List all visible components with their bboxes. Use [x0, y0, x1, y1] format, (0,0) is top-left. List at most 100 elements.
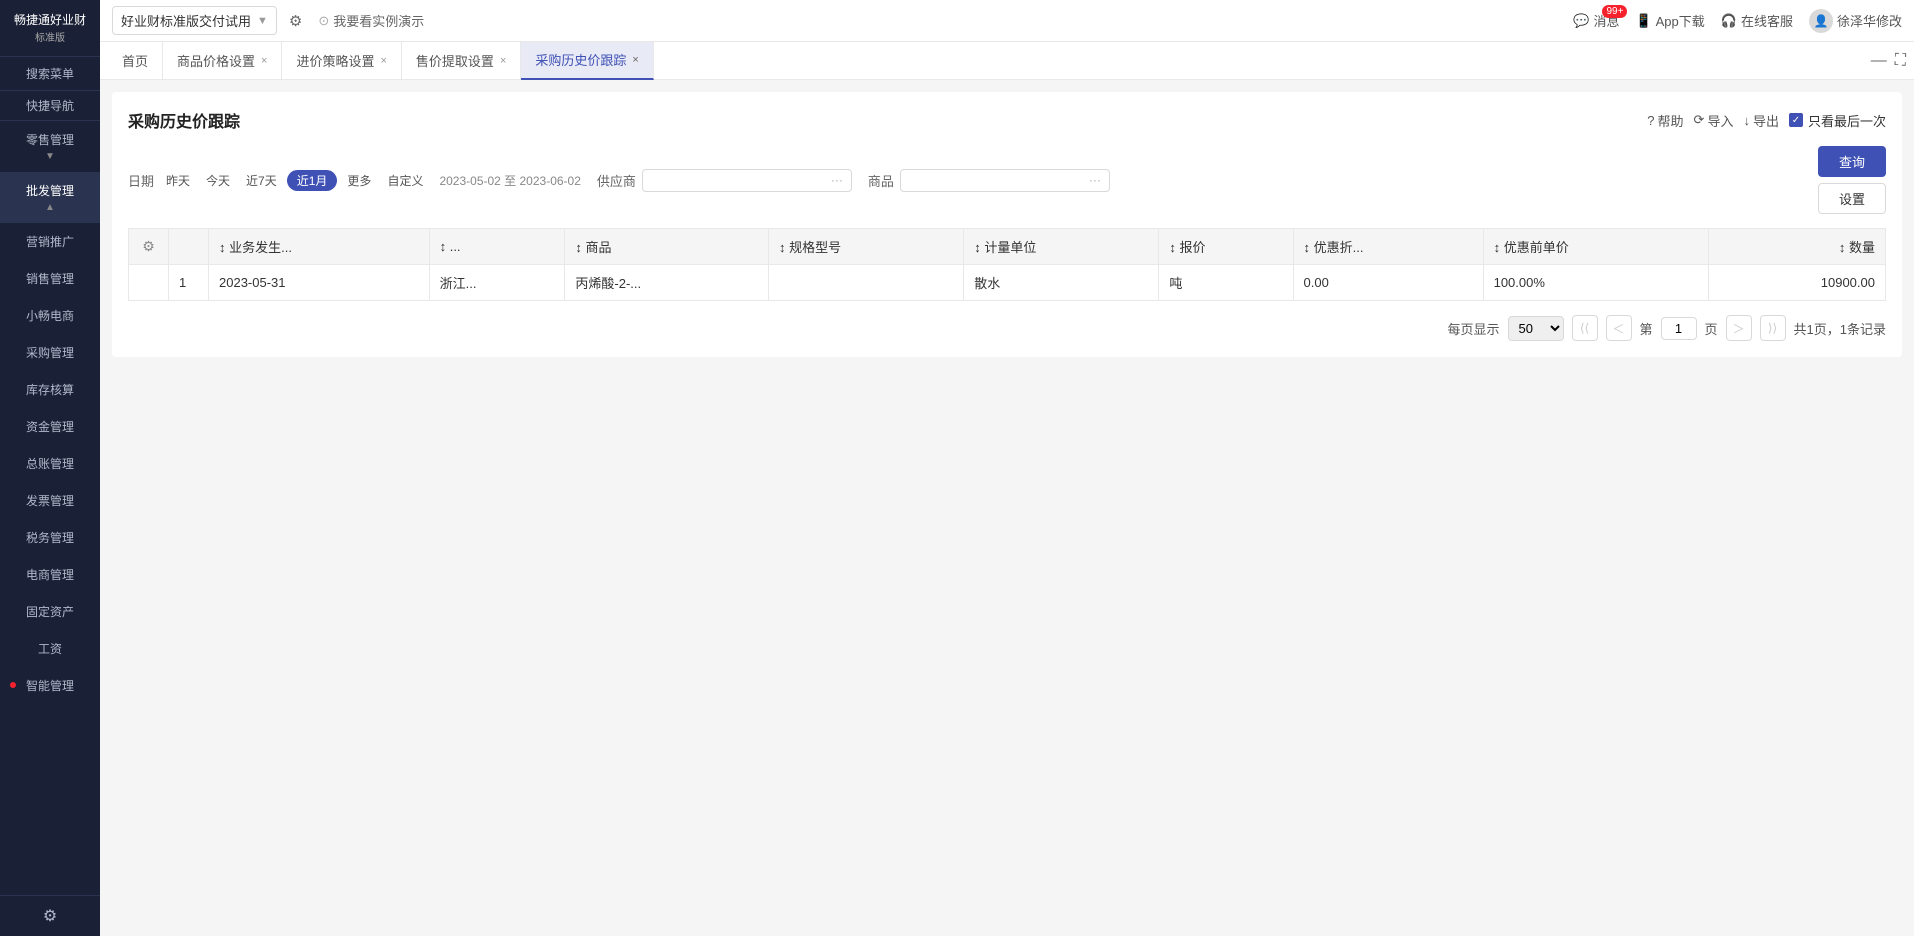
tab-home-label: 首页 — [122, 51, 148, 70]
sidebar-item-ledger[interactable]: 总账管理 — [0, 445, 100, 482]
sidebar-item-wholesale-label: 批发管理 — [26, 182, 74, 199]
col-biz-date[interactable]: ↕ 业务发生... — [209, 229, 430, 265]
message-button[interactable]: 💬 消息 99+ — [1573, 11, 1619, 30]
online-service-label: 在线客服 — [1741, 11, 1793, 30]
topbar-gear-icon[interactable]: ⚙ — [289, 12, 302, 30]
filter-row: 日期 昨天 今天 近7天 近1月 更多 自定义 2023-05-02 至 202… — [128, 146, 1886, 214]
cell-seq: 1 — [169, 265, 209, 301]
page-label-before: 第 — [1640, 319, 1653, 338]
date-btn-yesterday[interactable]: 昨天 — [160, 170, 196, 191]
first-page-button[interactable]: ⟨⟨ — [1572, 315, 1598, 341]
col-pre-discount-price[interactable]: ↕ 优惠前单价 — [1483, 229, 1709, 265]
expand-icon[interactable]: ⛶ — [1895, 52, 1906, 70]
sidebar-item-fixed-assets[interactable]: 固定资产 — [0, 593, 100, 630]
tab-price-strategy[interactable]: 进价策略设置 × — [282, 42, 401, 80]
close-icon[interactable]: × — [261, 55, 267, 67]
sidebar-item-tax[interactable]: 税务管理 — [0, 519, 100, 556]
export-label: 导出 — [1753, 111, 1779, 130]
sidebar-item-purchase[interactable]: 采购管理 — [0, 334, 100, 371]
total-info: 共1页，1条记录 — [1794, 319, 1886, 338]
query-button[interactable]: 查询 — [1818, 146, 1886, 177]
table-header: ⚙ ↕ 业务发生... ↕ ... ↕ 商品 ↕ 规格 — [129, 229, 1886, 265]
demo-link[interactable]: ⊙ 我要看实例演示 — [318, 11, 424, 30]
sidebar-item-marketing-label: 营销推广 — [26, 233, 74, 250]
tab-price-extract[interactable]: 售价提取设置 × — [402, 42, 521, 80]
export-icon: ↓ — [1743, 113, 1750, 128]
only-last-checkbox[interactable] — [1789, 113, 1803, 127]
date-range-display: 2023-05-02 至 2023-06-02 — [439, 172, 580, 189]
app-download-button[interactable]: 📱 App下载 — [1635, 11, 1704, 30]
sidebar-item-payroll[interactable]: 工资 — [0, 630, 100, 667]
sidebar-item-inventory[interactable]: 库存核算 — [0, 371, 100, 408]
sidebar-item-wholesale[interactable]: 批发管理 ▲ — [0, 172, 100, 223]
goods-more-icon[interactable]: ··· — [1089, 173, 1101, 187]
cell-discount: 100.00% — [1483, 265, 1709, 301]
col-biz-date-label: ↕ 业务发生... — [219, 240, 292, 255]
col-spec[interactable]: ↕ 规格型号 — [769, 229, 964, 265]
tab-purchase-history[interactable]: 采购历史价跟踪 × — [521, 42, 653, 80]
col-unit[interactable]: ↕ 计量单位 — [964, 229, 1159, 265]
sidebar-item-sales[interactable]: 销售管理 — [0, 260, 100, 297]
version-selector[interactable]: 好业财标准版交付试用 ▼ — [112, 6, 277, 35]
cell-quoted-price: 0.00 — [1293, 265, 1483, 301]
prev-page-button[interactable]: ＜ — [1606, 315, 1632, 341]
col-price[interactable]: ↕ 报价 — [1159, 229, 1293, 265]
page-size-select[interactable]: 50 100 200 — [1508, 316, 1564, 341]
chevron-up-icon: ▲ — [45, 202, 55, 213]
message-badge: 99+ — [1602, 5, 1627, 18]
sidebar-item-finance[interactable]: 资金管理 — [0, 408, 100, 445]
sidebar-item-finance-label: 资金管理 — [26, 418, 74, 435]
supplier-filter-label: 供应商 — [597, 171, 636, 190]
sidebar-item-ai[interactable]: 智能管理 — [0, 667, 100, 704]
date-filter-group: 日期 昨天 今天 近7天 近1月 更多 自定义 2023-05-02 至 202… — [128, 170, 581, 191]
date-btn-custom[interactable]: 自定义 — [381, 170, 429, 191]
date-btn-today[interactable]: 今天 — [200, 170, 236, 191]
date-btn-more[interactable]: 更多 — [341, 170, 377, 191]
col-more[interactable]: ↕ ... — [429, 229, 565, 265]
sidebar-item-retail[interactable]: 零售管理 ▼ — [0, 121, 100, 172]
close-icon[interactable]: × — [380, 55, 386, 67]
tab-price-extract-label: 售价提取设置 — [416, 51, 494, 70]
user-name: 徐泽华修改 — [1837, 11, 1902, 30]
col-goods-label: ↕ 商品 — [575, 240, 611, 255]
sidebar-item-quicknav[interactable]: 快捷导航 — [0, 91, 100, 121]
tab-home[interactable]: 首页 — [112, 42, 163, 80]
col-qty[interactable]: ↕ 数量 — [1709, 229, 1886, 265]
minimize-icon[interactable]: — — [1871, 52, 1887, 70]
import-button[interactable]: ⟳ 导入 — [1694, 111, 1734, 130]
col-goods[interactable]: ↕ 商品 — [565, 229, 769, 265]
goods-input[interactable] — [909, 173, 1085, 188]
user-menu[interactable]: 👤 徐泽华修改 — [1809, 9, 1902, 33]
sidebar-item-marketing[interactable]: 营销推广 — [0, 223, 100, 260]
close-icon[interactable]: × — [500, 55, 506, 67]
settings-icon[interactable]: ⚙ — [43, 908, 57, 925]
supplier-more-icon[interactable]: ··· — [831, 173, 843, 187]
sidebar-item-ecommerce-small[interactable]: 小畅电商 — [0, 297, 100, 334]
only-last-checkbox-wrap[interactable]: 只看最后一次 — [1789, 111, 1886, 130]
date-btn-1month[interactable]: 近1月 — [287, 170, 338, 191]
sidebar-item-search[interactable]: 搜索菜单 — [0, 57, 100, 91]
import-icon: ⟳ — [1694, 112, 1705, 128]
goods-input-wrap: ··· — [900, 169, 1110, 192]
cell-more: 浙江... — [429, 265, 565, 301]
goods-filter-group: 商品 ··· — [868, 169, 1110, 192]
export-button[interactable]: ↓ 导出 — [1743, 111, 1779, 130]
col-discount[interactable]: ↕ 优惠折... — [1293, 229, 1483, 265]
date-btn-7days[interactable]: 近7天 — [240, 170, 283, 191]
table-gear-icon[interactable]: ⚙ — [142, 238, 155, 254]
current-page-input[interactable] — [1661, 317, 1697, 340]
sidebar-item-invoice[interactable]: 发票管理 — [0, 482, 100, 519]
online-service-button[interactable]: 🎧 在线客服 — [1721, 11, 1793, 30]
next-page-button[interactable]: ＞ — [1726, 315, 1752, 341]
supplier-input[interactable] — [651, 173, 827, 188]
settings-button[interactable]: 设置 — [1818, 183, 1886, 214]
chevron-down-icon: ▼ — [257, 15, 268, 27]
tab-price-settings[interactable]: 商品价格设置 × — [163, 42, 282, 80]
sidebar-item-ecommerce[interactable]: 电商管理 — [0, 556, 100, 593]
page-title: 采购历史价跟踪 — [128, 108, 240, 132]
close-icon[interactable]: × — [632, 54, 638, 66]
col-discount-label: ↕ 优惠折... — [1304, 240, 1364, 255]
last-page-button[interactable]: ⟩⟩ — [1760, 315, 1786, 341]
cell-pre-discount-price: 10900.00 — [1709, 265, 1886, 301]
help-button[interactable]: ? 帮助 — [1647, 111, 1683, 130]
